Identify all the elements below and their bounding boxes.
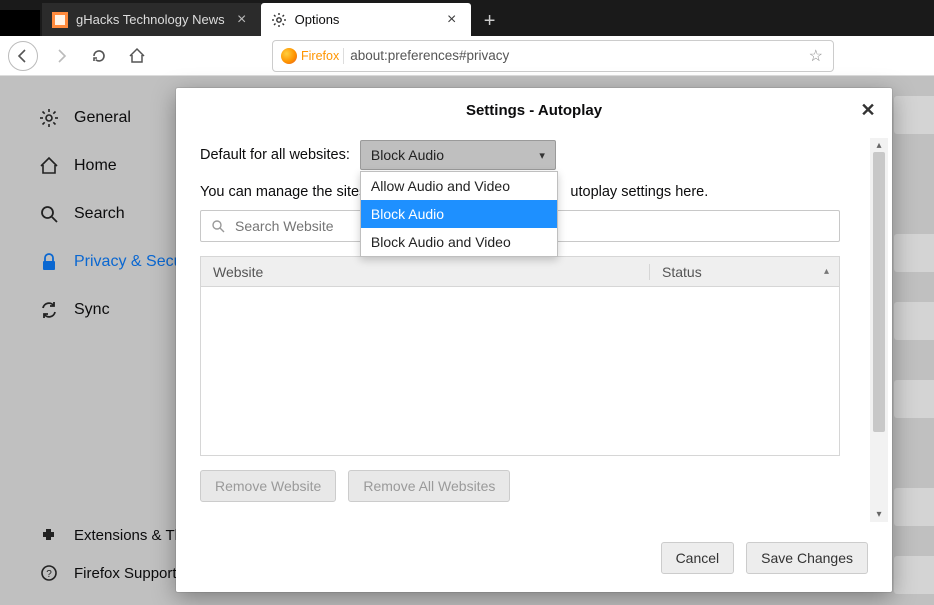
bg-panel <box>894 488 934 526</box>
dialog-actions: Cancel Save Changes <box>176 528 892 592</box>
sidebar-item-label: General <box>74 109 131 127</box>
bg-panel <box>894 96 934 134</box>
close-icon[interactable]: × <box>233 11 251 29</box>
tab-title: gHacks Technology News <box>76 12 225 27</box>
url-text: about:preferences#privacy <box>350 48 798 63</box>
sort-indicator-icon: ▴ <box>824 266 829 277</box>
identity-box[interactable]: Firefox <box>279 48 344 64</box>
sidebar-item-extensions[interactable]: Extensions & Themes <box>38 521 184 549</box>
default-label: Default for all websites: <box>200 147 350 163</box>
bg-panel <box>894 380 934 418</box>
sidebar-item-label: Firefox Support <box>74 565 177 582</box>
gear-icon <box>38 108 60 128</box>
select-value: Block Audio <box>371 147 444 163</box>
puzzle-icon <box>38 526 60 544</box>
remove-all-websites-button[interactable]: Remove All Websites <box>348 470 510 502</box>
tab-title: Options <box>295 12 340 27</box>
identity-label: Firefox <box>301 49 339 63</box>
home-icon <box>38 156 60 176</box>
dialog-title: Settings - Autoplay <box>466 102 602 119</box>
websites-table: Website Status ▴ <box>200 256 840 456</box>
chevron-down-icon: ▾ <box>539 149 545 162</box>
sidebar-footer: Extensions & Themes ? Firefox Support <box>38 521 184 587</box>
sidebar-item-support[interactable]: ? Firefox Support <box>38 559 184 587</box>
close-icon[interactable]: × <box>443 11 461 29</box>
sync-icon <box>38 300 60 320</box>
reload-button[interactable] <box>84 41 114 71</box>
window-system-button[interactable] <box>0 10 40 36</box>
bg-panel <box>894 234 934 272</box>
svg-text:?: ? <box>46 569 52 580</box>
bg-panel <box>894 302 934 340</box>
background-panels <box>894 96 934 594</box>
lock-icon <box>38 252 60 272</box>
save-changes-button[interactable]: Save Changes <box>746 542 868 574</box>
desc-prefix: You can manage the sites <box>200 184 366 200</box>
sidebar-item-label: Sync <box>74 301 110 319</box>
option-block-audio-video[interactable]: Block Audio and Video <box>361 228 557 256</box>
option-block-audio[interactable]: Block Audio <box>361 200 557 228</box>
dialog-close-button[interactable]: ✕ <box>854 96 882 124</box>
back-button[interactable] <box>8 41 38 71</box>
remove-website-button[interactable]: Remove Website <box>200 470 336 502</box>
help-icon: ? <box>38 564 60 582</box>
navigation-toolbar: Firefox about:preferences#privacy ☆ <box>0 36 934 76</box>
forward-button[interactable] <box>46 41 76 71</box>
autoplay-dropdown: Allow Audio and Video Block Audio Block … <box>360 171 558 257</box>
autoplay-settings-dialog: Settings - Autoplay ✕ ▴ ▾ Default for al… <box>176 88 892 592</box>
cancel-button[interactable]: Cancel <box>661 542 735 574</box>
search-icon <box>38 204 60 224</box>
desc-suffix: utoplay settings here. <box>570 184 708 200</box>
scroll-thumb[interactable] <box>873 152 885 432</box>
bookmark-star-icon[interactable]: ☆ <box>805 46 827 66</box>
default-autoplay-select[interactable]: Block Audio ▾ Allow Audio and Video Bloc… <box>360 140 556 170</box>
column-status-label: Status <box>662 264 702 280</box>
new-tab-button[interactable]: + <box>475 6 505 36</box>
dialog-header: Settings - Autoplay ✕ <box>176 88 892 132</box>
favicon-ghacks <box>52 12 68 28</box>
scroll-down-arrow[interactable]: ▾ <box>870 509 888 520</box>
option-allow-audio-video[interactable]: Allow Audio and Video <box>361 172 557 200</box>
home-button[interactable] <box>122 41 152 71</box>
scroll-up-arrow[interactable]: ▴ <box>870 140 888 151</box>
sidebar-item-label: Privacy & Security <box>74 253 184 271</box>
gear-icon <box>271 12 287 28</box>
tab-ghacks[interactable]: gHacks Technology News × <box>42 3 261 36</box>
firefox-icon <box>281 48 297 64</box>
sidebar-item-label: Home <box>74 157 117 175</box>
column-status[interactable]: Status ▴ <box>649 264 839 280</box>
table-header: Website Status ▴ <box>201 257 839 287</box>
bg-panel <box>894 556 934 594</box>
tab-strip: gHacks Technology News × Options × + <box>42 0 505 36</box>
sidebar-item-label: Extensions & Themes <box>74 527 184 544</box>
window-titlebar: gHacks Technology News × Options × + <box>0 0 934 36</box>
url-bar[interactable]: Firefox about:preferences#privacy ☆ <box>272 40 834 72</box>
search-icon <box>211 219 225 233</box>
dialog-body: ▴ ▾ Default for all websites: Block Audi… <box>176 132 892 528</box>
tab-options[interactable]: Options × <box>261 3 471 36</box>
column-website[interactable]: Website <box>201 264 649 280</box>
dialog-scrollbar[interactable]: ▴ ▾ <box>870 138 888 522</box>
sidebar-item-label: Search <box>74 205 125 223</box>
